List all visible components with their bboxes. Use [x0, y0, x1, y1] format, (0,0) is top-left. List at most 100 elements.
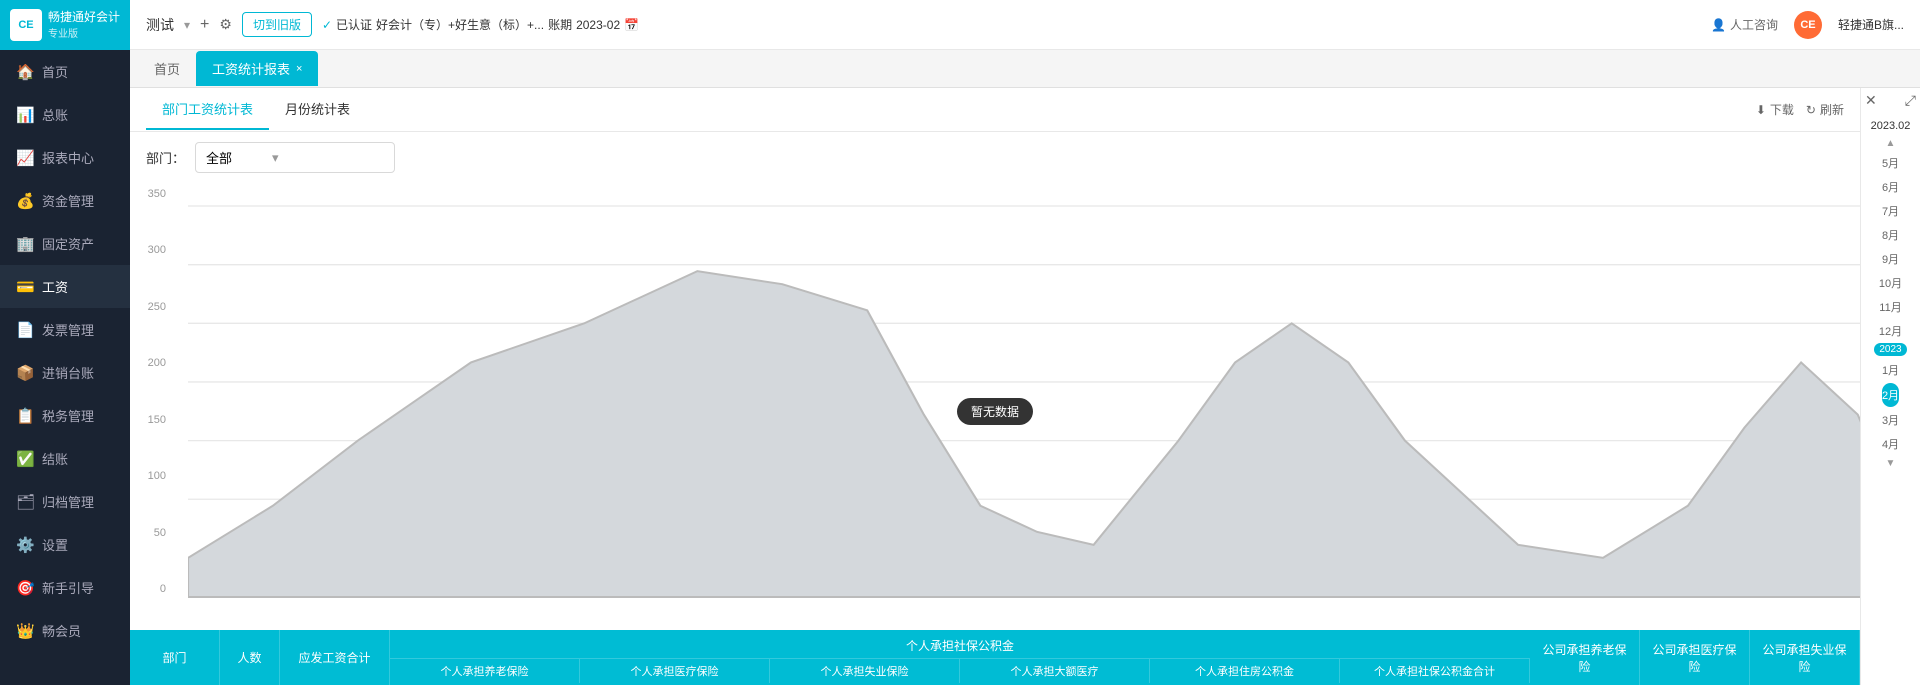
year-up-btn[interactable]: ▲ — [1884, 136, 1898, 151]
tab-salary-report[interactable]: 工资统计报表 × — [196, 51, 318, 86]
sidebar-item-label-home: 首页 — [42, 62, 68, 81]
home-icon: 🏠 — [16, 63, 34, 81]
y-axis-label: 50 — [154, 527, 166, 539]
sidebar-item-reports[interactable]: 📈 报表中心 — [0, 136, 130, 179]
calendar-icon[interactable]: 📅 — [624, 18, 639, 32]
sidebar-item-guide[interactable]: 🎯新手引导 — [0, 566, 130, 609]
content-panel: 部门工资统计表 月份统计表 ⬇ 下载 ↻ 刷新 部门： — [130, 88, 1860, 685]
period-label: 账期 — [548, 16, 572, 33]
sidebar-item-invoices[interactable]: 📄发票管理 — [0, 308, 130, 351]
year-label: 2023.02 — [1871, 120, 1911, 132]
footer-group-personal-header: 个人承担社保公积金 — [390, 633, 1530, 659]
tab-salary-report-label: 工资统计报表 — [212, 59, 290, 78]
sidebar-item-archive[interactable]: 🗂归档管理 — [0, 480, 130, 523]
month-item-5月[interactable]: 5月 — [1879, 151, 1902, 175]
footer-col-company-medical: 公司承担医疗保险 — [1640, 630, 1750, 685]
sidebar-item-assets[interactable]: 🏢固定资产 — [0, 222, 130, 265]
chart-tooltip: 暂无数据 — [957, 398, 1033, 425]
sidebar-item-funds[interactable]: 💰资金管理 — [0, 179, 130, 222]
topbar-dropdown-arrow[interactable]: ▾ — [184, 18, 190, 32]
filter-label: 部门： — [146, 148, 185, 167]
month-item-6月[interactable]: 6月 — [1879, 175, 1902, 199]
footer-group-personal: 个人承担社保公积金 个人承担养老保险 个人承担医疗保险 个人承担失业保险 个人承… — [390, 633, 1530, 683]
month-item-7月[interactable]: 7月 — [1879, 199, 1902, 223]
app-edition: 专业版 — [48, 25, 120, 40]
invoices-icon: 📄 — [16, 321, 34, 339]
sidebar-item-purchases[interactable]: 📦 进销台账 — [0, 351, 130, 394]
purchases-icon: 📦 — [16, 364, 34, 382]
department-select-arrow: ▾ — [272, 150, 279, 166]
settings-icon: ⚙️ — [16, 536, 34, 554]
sidebar: CE 畅捷通好会计 专业版 🏠首页📊总账📈报表中心💰资金管理🏢固定资产💳工资📄发… — [0, 0, 130, 685]
month-item-2月[interactable]: 2月 — [1882, 383, 1899, 407]
footer-col-pension: 个人承担养老保险 — [390, 659, 580, 683]
user-avatar: CE — [1794, 11, 1822, 39]
topbar-settings-btn[interactable]: ⚙ — [219, 16, 232, 33]
sidebar-item-home[interactable]: 🏠 首页 — [0, 50, 130, 93]
sidebar-item-salary[interactable]: 💳 工资 — [0, 265, 130, 308]
footer-col-major-medical: 个人承担大额医疗 — [960, 659, 1150, 683]
service-label: 人工咨询 — [1730, 16, 1778, 33]
month-item-10月[interactable]: 10月 — [1879, 271, 1902, 295]
refresh-btn[interactable]: ↻ 刷新 — [1806, 101, 1844, 118]
department-select-value: 全部 — [206, 148, 232, 167]
footer-col-unemployment: 个人承担失业保险 — [770, 659, 960, 683]
username[interactable]: 轻捷通B旗... — [1838, 16, 1904, 33]
logo-icon: CE — [10, 9, 42, 41]
sidebar-item-label-archive: 归档管理 — [42, 492, 94, 511]
period-value: 2023-02 — [576, 18, 620, 32]
sidebar-item-label-ledger: 总账 — [42, 105, 68, 124]
switch-old-btn[interactable]: 切到旧版 — [242, 12, 312, 37]
month-item-8月[interactable]: 8月 — [1879, 223, 1902, 247]
service-btn[interactable]: 👤 人工咨询 — [1711, 16, 1778, 33]
footer-group-personal-cols: 个人承担养老保险 个人承担医疗保险 个人承担失业保险 个人承担大额医疗 个人承担… — [390, 659, 1530, 683]
month-item-4月[interactable]: 4月 — [1874, 432, 1907, 456]
footer-col-social-total: 个人承担社保公积金合计 — [1340, 659, 1530, 683]
footer-col-housing-fund: 个人承担住房公积金 — [1150, 659, 1340, 683]
tab-home[interactable]: 首页 — [138, 51, 196, 86]
department-select[interactable]: 全部 ▾ — [195, 142, 395, 173]
month-item-9月[interactable]: 9月 — [1879, 247, 1902, 271]
right-panel-expand-btn[interactable]: ⤢ — [1905, 92, 1916, 109]
month-item-1月[interactable]: 1月 — [1874, 358, 1907, 382]
subtab-department[interactable]: 部门工资统计表 — [146, 89, 269, 130]
subtabs: 部门工资统计表 月份统计表 ⬇ 下载 ↻ 刷新 — [130, 88, 1860, 132]
sidebar-item-settle[interactable]: ✅结账 — [0, 437, 130, 480]
month-item-11月[interactable]: 11月 — [1879, 295, 1902, 319]
reports-icon: 📈 — [16, 149, 34, 167]
subtabs-right: ⬇ 下载 ↻ 刷新 — [1756, 101, 1844, 118]
sidebar-item-label-reports: 报表中心 — [42, 148, 94, 167]
sidebar-item-label-salary: 工资 — [42, 277, 68, 296]
salary-icon: 💳 — [16, 278, 34, 296]
subtab-monthly[interactable]: 月份统计表 — [269, 89, 366, 130]
refresh-icon: ↻ — [1806, 103, 1816, 117]
sidebar-item-settings[interactable]: ⚙️设置 — [0, 523, 130, 566]
tab-close-btn[interactable]: × — [296, 63, 302, 75]
sidebar-item-member[interactable]: 👑畅会员 — [0, 609, 130, 652]
footer-col-company-unemployment: 公司承担失业保险 — [1750, 630, 1860, 685]
y-axis-label: 100 — [148, 470, 166, 482]
year-2023-badge[interactable]: 2023 — [1874, 343, 1906, 356]
month-item-3月[interactable]: 3月 — [1874, 408, 1907, 432]
topbar-add-btn[interactable]: + — [200, 16, 209, 34]
footer-col-medical: 个人承担医疗保险 — [580, 659, 770, 683]
sidebar-item-label-purchases: 进销台账 — [42, 363, 94, 382]
tax-icon: 📋 — [16, 407, 34, 425]
footer-col-total-salary: 应发工资合计 — [280, 630, 390, 685]
certified-check-icon: ✓ — [322, 18, 332, 32]
funds-icon: 💰 — [16, 192, 34, 210]
month-item-12月[interactable]: 12月 — [1879, 319, 1902, 343]
y-axis-label: 350 — [148, 188, 166, 200]
y-axis-label: 300 — [148, 244, 166, 256]
sidebar-item-tax[interactable]: 📋税务管理 — [0, 394, 130, 437]
sidebar-item-label-assets: 固定资产 — [42, 234, 94, 253]
topbar-title: 测试 — [146, 15, 174, 35]
download-icon: ⬇ — [1756, 103, 1766, 117]
year-nav: ▲ 5月6月7月8月9月10月11月12月 2023 1月2月3月4月 ▼ — [1861, 136, 1920, 471]
year-down-btn[interactable]: ▼ — [1884, 456, 1898, 471]
right-panel-close-btn[interactable]: ✕ — [1865, 92, 1877, 109]
y-axis: 350300250200150100500 — [130, 183, 170, 600]
download-btn[interactable]: ⬇ 下载 — [1756, 101, 1794, 118]
sidebar-item-label-settle: 结账 — [42, 449, 68, 468]
sidebar-item-ledger[interactable]: 📊总账 — [0, 93, 130, 136]
